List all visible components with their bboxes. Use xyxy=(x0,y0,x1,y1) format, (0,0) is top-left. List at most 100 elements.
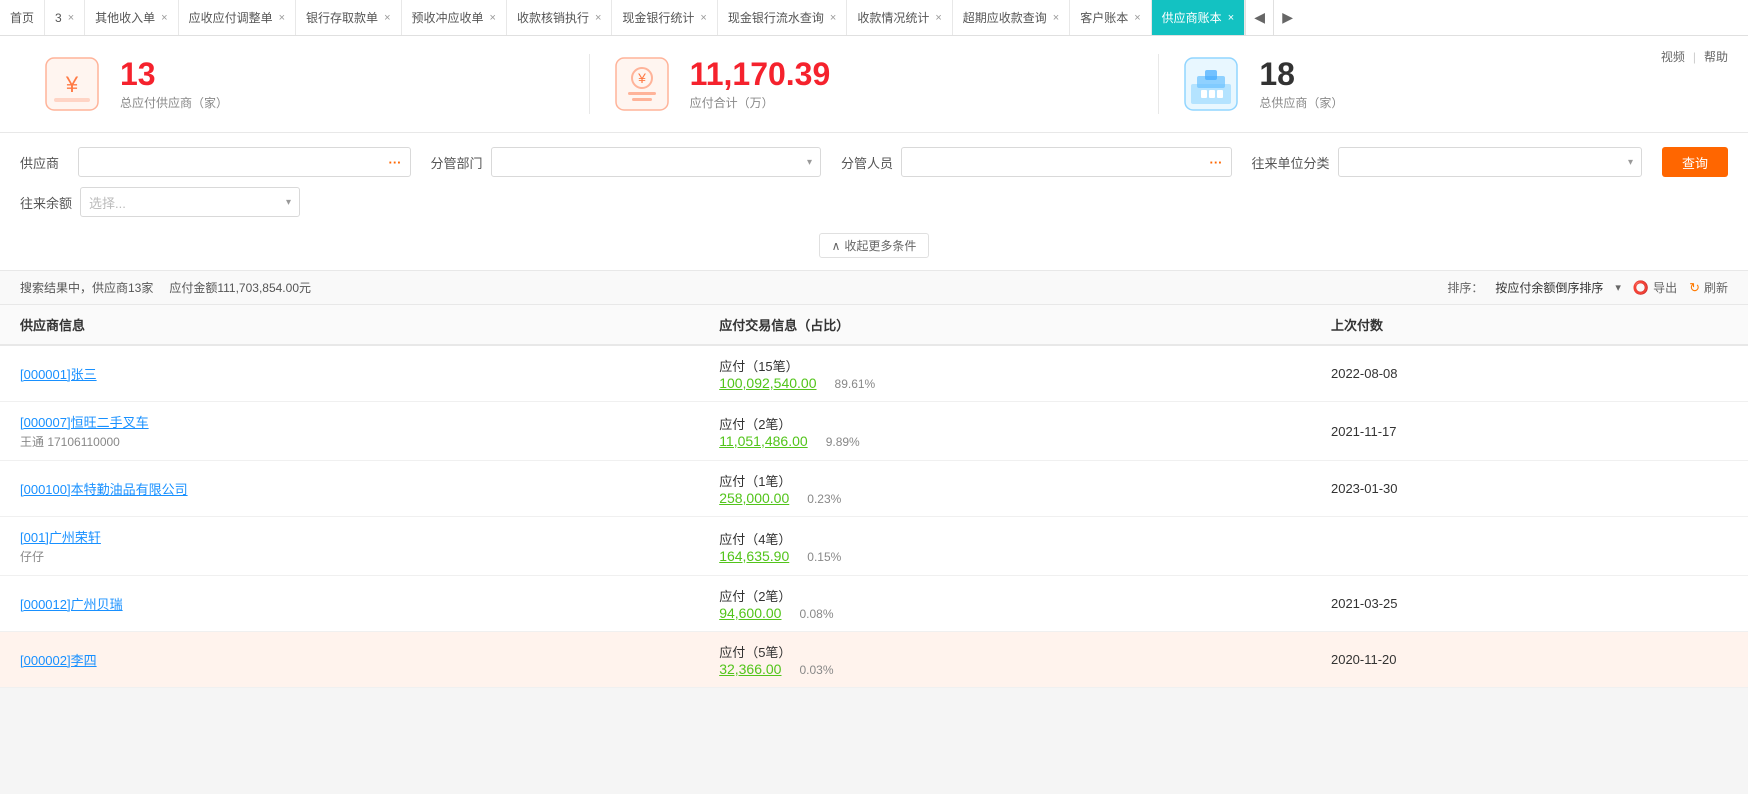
table-row: [000001]张三应付（15笔）100,092,540.0089.61%202… xyxy=(0,345,1748,402)
refresh-icon: ↻ xyxy=(1689,280,1700,296)
nav-tab-cash-bank-stats[interactable]: 现金银行统计 × xyxy=(612,0,717,36)
supplier-link[interactable]: [000012]广州贝瑞 xyxy=(20,597,123,612)
balance-select-wrap[interactable]: 选择... ▾ xyxy=(80,187,300,217)
payable-suppliers-num: 13 xyxy=(120,58,228,90)
nav-tab-3[interactable]: 3 × xyxy=(45,0,85,36)
stat-block-total-suppliers: 18 总供应商（家） xyxy=(1159,52,1728,116)
total-suppliers-icon xyxy=(1179,52,1243,116)
collapse-label: 收起更多条件 xyxy=(844,237,916,254)
nav-tab-cash-bank-flow-label: 现金银行流水查询 xyxy=(728,9,824,26)
nav-tab-bank-deposit-close[interactable]: × xyxy=(384,12,390,24)
nav-tab-collection[interactable]: 收款核销执行 × xyxy=(507,0,612,36)
sort-label: 排序： xyxy=(1447,279,1483,296)
person-input-wrap[interactable]: ··· xyxy=(901,147,1231,177)
result-summary-supplier: 搜索结果中，供应商13家 xyxy=(20,279,153,296)
help-link[interactable]: 帮助 xyxy=(1704,48,1728,65)
nav-arrow-right[interactable]: ▶ xyxy=(1273,0,1301,36)
supplier-link[interactable]: [000007]恒旺二手叉车 xyxy=(20,415,149,430)
col-supplier-info: 供应商信息 xyxy=(0,305,699,345)
payable-percent: 0.03% xyxy=(799,663,833,677)
sort-chevron-icon: ▾ xyxy=(1615,281,1621,294)
supplier-link[interactable]: [001]广州荣轩 xyxy=(20,530,101,545)
total-payable-icon: ¥ xyxy=(610,52,674,116)
supplier-sub-info: 仔仔 xyxy=(20,548,679,565)
payable-amount[interactable]: 164,635.90 xyxy=(719,548,789,564)
svg-text:¥: ¥ xyxy=(65,72,79,97)
supplier-input[interactable] xyxy=(87,155,389,170)
table-row: [000012]广州贝瑞应付（2笔）94,600.000.08%2021-03-… xyxy=(0,576,1748,632)
payable-label: 应付（5笔） xyxy=(719,642,1291,661)
search-field-person: 分管人员 ··· xyxy=(841,147,1232,177)
person-dots-icon[interactable]: ··· xyxy=(1210,155,1223,170)
nav-tab-collection-close[interactable]: × xyxy=(595,12,601,24)
department-chevron-icon: ▾ xyxy=(807,157,812,168)
table-row: [000002]李四 应付（5笔）32,366.00 0.03% 2020-11-20 xyxy=(0,632,1748,688)
nav-tab-prepayment-close[interactable]: × xyxy=(490,12,496,24)
supplier-dots-icon[interactable]: ··· xyxy=(389,155,402,170)
supplier-link[interactable]: [000100]本特勤油品有限公司 xyxy=(20,482,188,497)
nav-tab-home[interactable]: 首页 xyxy=(0,0,45,36)
nav-tab-collection-stats-label: 收款情况统计 xyxy=(857,9,929,26)
nav-tab-customer-account[interactable]: 客户账本 × xyxy=(1070,0,1151,36)
result-summary-amount: 应付金额111,703,854.00元 xyxy=(169,279,311,296)
person-input[interactable] xyxy=(910,155,1209,170)
payable-amount[interactable]: 258,000.00 xyxy=(719,490,789,506)
payable-info-cell: 应付（4笔）164,635.900.15% xyxy=(699,517,1311,576)
nav-tab-supplier-account[interactable]: 供应商账本 × xyxy=(1152,0,1245,36)
payable-amount[interactable]: 32,366.00 xyxy=(719,661,781,677)
collapse-up-icon: ∧ xyxy=(832,239,841,253)
nav-tab-ar-ap-adjust-close[interactable]: × xyxy=(279,12,285,24)
export-icon: ⭕ xyxy=(1633,280,1649,296)
search-button[interactable]: 查询 xyxy=(1662,147,1728,177)
supplier-link[interactable]: [000001]张三 xyxy=(20,367,97,382)
payable-amount[interactable]: 94,600.00 xyxy=(719,605,781,621)
nav-tab-customer-account-close[interactable]: × xyxy=(1134,12,1140,24)
supplier-info-cell: [001]广州荣轩仔仔 xyxy=(0,517,699,576)
supplier-input-wrap[interactable]: ··· xyxy=(78,147,411,177)
sort-value[interactable]: 按应付余额倒序排序 xyxy=(1495,279,1603,296)
export-button[interactable]: ⭕ 导出 xyxy=(1633,279,1677,296)
video-link[interactable]: 视频 xyxy=(1661,48,1685,65)
nav-tab-cash-bank-flow[interactable]: 现金银行流水查询 × xyxy=(718,0,847,36)
supplier-info-cell: [000002]李四 xyxy=(0,632,699,688)
nav-tab-cash-bank-flow-close[interactable]: × xyxy=(830,12,836,24)
nav-tab-overdue-ar-close[interactable]: × xyxy=(1053,12,1059,24)
payable-percent: 89.61% xyxy=(835,377,876,391)
payable-percent: 0.08% xyxy=(799,607,833,621)
supplier-info-cell: [000007]恒旺二手叉车王通 17106110000 xyxy=(0,402,699,461)
nav-tab-3-close[interactable]: × xyxy=(68,12,74,24)
nav-tab-cash-bank-stats-close[interactable]: × xyxy=(700,12,706,24)
nav-tab-prepayment[interactable]: 预收冲应收单 × xyxy=(402,0,507,36)
nav-tab-collection-stats-close[interactable]: × xyxy=(935,12,941,24)
nav-tab-other-income-close[interactable]: × xyxy=(161,12,167,24)
stat-block-payable-suppliers: ¥ 13 总应付供应商（家） xyxy=(20,52,589,116)
result-bar: 搜索结果中，供应商13家 应付金额111,703,854.00元 排序： 按应付… xyxy=(0,271,1748,305)
nav-tab-collection-stats[interactable]: 收款情况统计 × xyxy=(847,0,952,36)
export-label: 导出 xyxy=(1653,279,1677,296)
nav-tab-other-income[interactable]: 其他收入单 × xyxy=(85,0,178,36)
total-suppliers-label: 总供应商（家） xyxy=(1259,94,1343,111)
col-last-pay: 上次付数 xyxy=(1311,305,1748,345)
last-pay-cell: 2020-11-20 xyxy=(1311,632,1748,688)
department-select-wrap[interactable]: ▾ xyxy=(491,147,821,177)
payable-percent: 0.15% xyxy=(807,550,841,564)
stat-block-total-payable: ¥ 11,170.39 应付合计（万） xyxy=(590,52,1159,116)
supplier-info-cell: [000001]张三 xyxy=(0,345,699,402)
payable-label: 应付（15笔） xyxy=(719,356,1291,375)
nav-tab-cash-bank-stats-label: 现金银行统计 xyxy=(622,9,694,26)
nav-tab-bank-deposit[interactable]: 银行存取款单 × xyxy=(296,0,401,36)
payable-amount[interactable]: 100,092,540.00 xyxy=(719,375,816,391)
nav-tab-supplier-account-close[interactable]: × xyxy=(1228,12,1234,24)
nav-tab-overdue-ar[interactable]: 超期应收款查询 × xyxy=(953,0,1070,36)
last-pay-cell: 2023-01-30 xyxy=(1311,461,1748,517)
nav-tab-overdue-ar-label: 超期应收款查询 xyxy=(963,9,1047,26)
refresh-button[interactable]: ↻ 刷新 xyxy=(1689,279,1728,296)
nav-tab-ar-ap-adjust[interactable]: 应收应付调整单 × xyxy=(179,0,296,36)
supplier-info-cell: [000100]本特勤油品有限公司 xyxy=(0,461,699,517)
nav-arrow-left[interactable]: ◀ xyxy=(1245,0,1273,36)
payable-amount[interactable]: 11,051,486.00 xyxy=(719,433,808,449)
supplier-label: 供应商 xyxy=(20,153,70,172)
unit-type-select-wrap[interactable]: ▾ xyxy=(1338,147,1642,177)
supplier-link[interactable]: [000002]李四 xyxy=(20,653,97,668)
collapse-button[interactable]: ∧ 收起更多条件 xyxy=(819,233,930,258)
